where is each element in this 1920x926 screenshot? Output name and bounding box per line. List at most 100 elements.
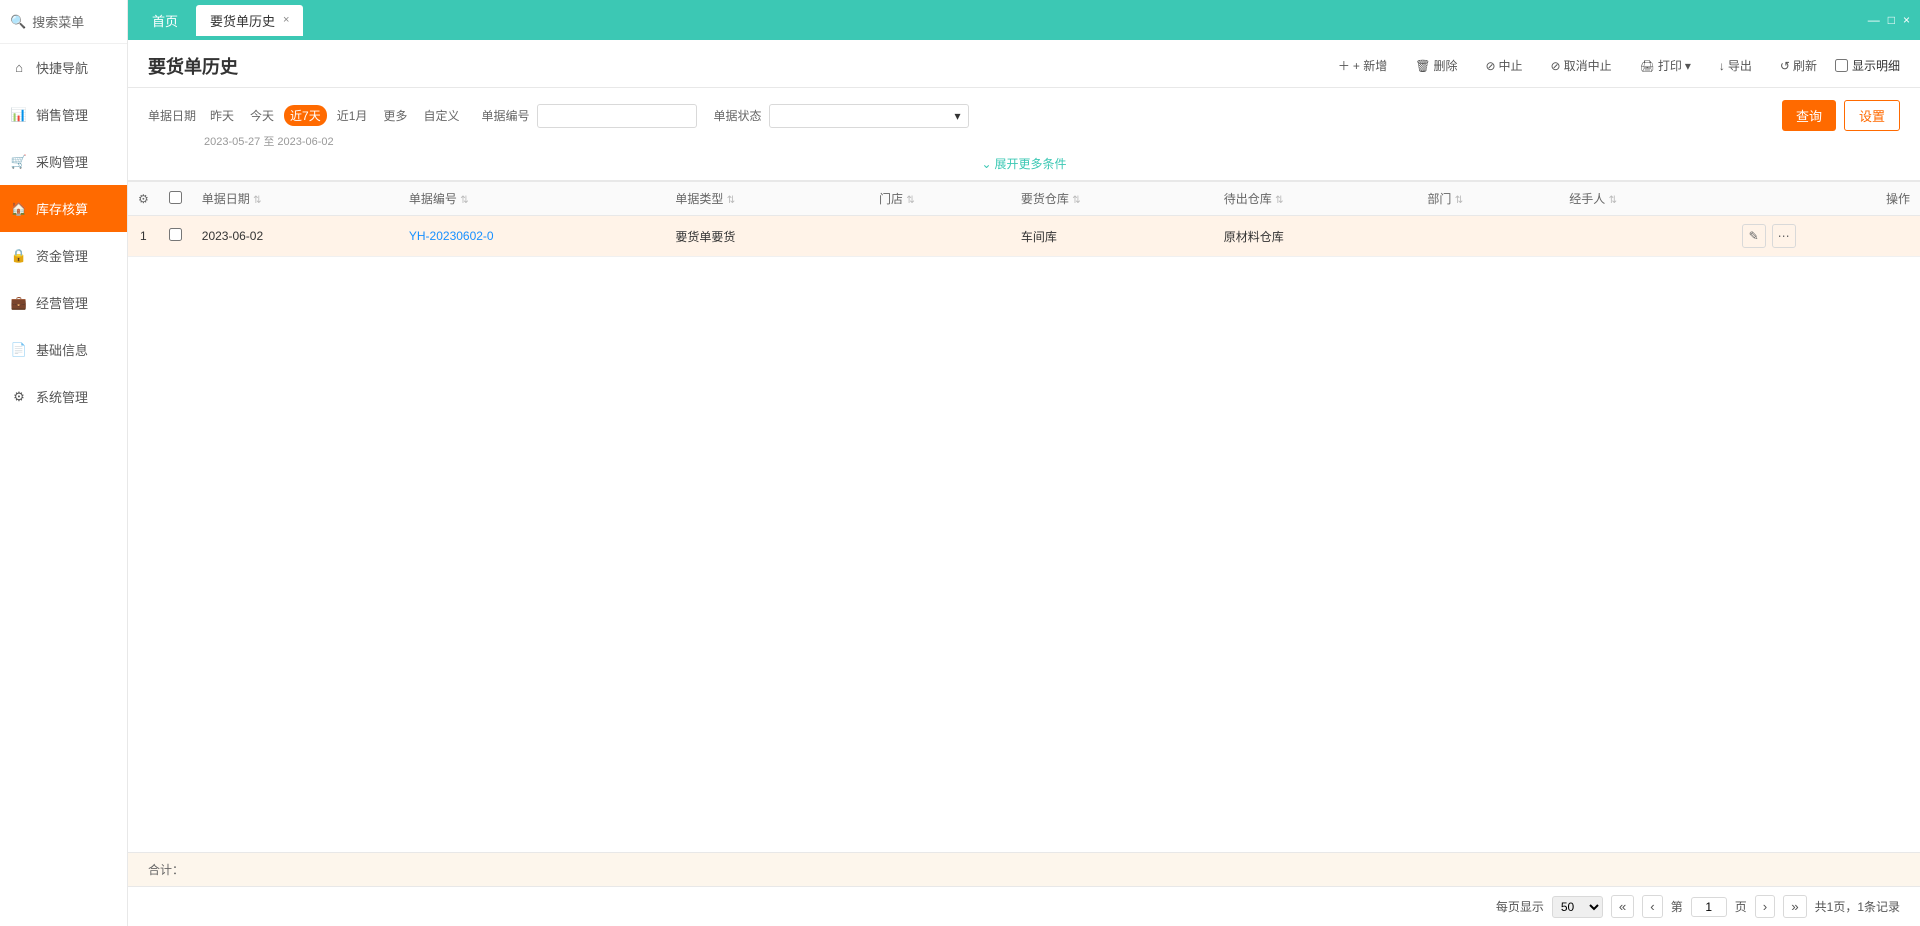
sidebar-item-label: 经营管理 bbox=[36, 293, 88, 312]
th-checkbox[interactable] bbox=[159, 182, 192, 216]
sidebar-item-label: 系统管理 bbox=[36, 387, 88, 406]
refresh-icon: ↺ bbox=[1780, 59, 1790, 73]
row-edit-icon[interactable]: ✎ bbox=[1742, 224, 1766, 248]
row-checkbox[interactable] bbox=[169, 228, 182, 241]
sidebar-item-label: 销售管理 bbox=[36, 105, 88, 124]
new-button[interactable]: ＋ + 新增 bbox=[1328, 52, 1397, 79]
next-page-btn[interactable]: › bbox=[1755, 895, 1775, 918]
order-no-link[interactable]: YH-20230602-0 bbox=[409, 229, 494, 243]
prev-page-btn[interactable]: ‹ bbox=[1642, 895, 1662, 918]
stop-button[interactable]: ⊘ 中止 bbox=[1475, 52, 1532, 79]
row-pending-warehouse: 原材料仓库 bbox=[1214, 216, 1418, 257]
sidebar-item-purchase[interactable]: 🛒 采购管理 bbox=[0, 138, 127, 185]
table-area: ⚙ 单据日期 ⇅ 单据编号 ⇅ 单据类型 bbox=[128, 181, 1920, 852]
sort-icon-handler: ⇅ bbox=[1609, 195, 1617, 206]
last-page-btn[interactable]: » bbox=[1783, 895, 1806, 918]
tab-requisition-label: 要货单历史 bbox=[210, 11, 275, 30]
data-table: ⚙ 单据日期 ⇅ 单据编号 ⇅ 单据类型 bbox=[128, 181, 1920, 257]
status-label: 单据状态 bbox=[713, 107, 761, 124]
shortcut-yesterday[interactable]: 昨天 bbox=[204, 105, 240, 126]
page-input[interactable] bbox=[1691, 897, 1727, 917]
window-close-btn[interactable]: × bbox=[1903, 13, 1910, 27]
row-more-icon[interactable]: ⋯ bbox=[1772, 224, 1796, 248]
sidebar-search[interactable]: 🔍 搜索菜单 bbox=[0, 0, 127, 44]
row-actions: ✎ ⋯ bbox=[1732, 216, 1920, 257]
status-select-arrow: ▾ bbox=[954, 109, 960, 123]
first-page-btn[interactable]: « bbox=[1611, 895, 1634, 918]
sidebar-item-label: 快捷导航 bbox=[36, 58, 88, 77]
sort-icon-pending-warehouse: ⇅ bbox=[1275, 195, 1283, 206]
per-page-select[interactable]: 50 100 200 bbox=[1552, 896, 1603, 918]
shortcut-7days[interactable]: 近7天 bbox=[284, 105, 327, 126]
tab-requisition-history[interactable]: 要货单历史 × bbox=[196, 5, 303, 36]
sort-icon-req-warehouse: ⇅ bbox=[1072, 195, 1080, 206]
table-row: 1 2023-06-02 YH-20230602-0 要货单要货 车间库 原材料… bbox=[128, 216, 1920, 257]
page-label: 第 bbox=[1671, 898, 1683, 915]
briefcase-icon: 💼 bbox=[10, 294, 28, 312]
expand-more-row: ⌄ 展开更多条件 bbox=[148, 155, 1900, 172]
toolbar: ＋ + 新增 🗑 删除 ⊘ 中止 ⊘ 取消中止 🖨 打印 bbox=[1328, 52, 1900, 79]
export-button[interactable]: ↓ 导出 bbox=[1709, 52, 1762, 79]
print-button[interactable]: 🖨 打印 ▾ bbox=[1630, 52, 1701, 79]
th-action: 操作 bbox=[1732, 182, 1920, 216]
select-all-checkbox[interactable] bbox=[169, 191, 182, 204]
refresh-button[interactable]: ↺ 刷新 bbox=[1770, 52, 1827, 79]
cancel-stop-button[interactable]: ⊘ 取消中止 bbox=[1541, 52, 1622, 79]
date-range-display: 2023-05-27 至 2023-06-02 bbox=[148, 133, 1900, 149]
th-settings[interactable]: ⚙ bbox=[128, 182, 159, 216]
show-detail-checkbox[interactable] bbox=[1835, 59, 1848, 72]
th-store: 门店 ⇅ bbox=[869, 182, 1011, 216]
tab-close-icon[interactable]: × bbox=[283, 14, 289, 26]
new-label: + 新增 bbox=[1353, 57, 1387, 74]
show-detail-label: 显示明细 bbox=[1852, 57, 1900, 74]
filter-order-no: 单据编号 bbox=[481, 104, 697, 128]
expand-label: 展开更多条件 bbox=[995, 155, 1067, 172]
sidebar-item-finance[interactable]: 🔒 资金管理 bbox=[0, 232, 127, 279]
date-range-text: 2023-05-27 至 2023-06-02 bbox=[204, 136, 334, 148]
delete-icon: 🗑 bbox=[1415, 59, 1430, 73]
settings-button[interactable]: 设置 bbox=[1844, 100, 1900, 131]
status-select[interactable]: ▾ bbox=[769, 104, 969, 128]
th-order-type: 单据类型 ⇅ bbox=[665, 182, 869, 216]
row-checkbox-cell[interactable] bbox=[159, 216, 192, 257]
expand-btn[interactable]: ⌄ 展开更多条件 bbox=[981, 155, 1066, 172]
shortcut-more[interactable]: 更多 bbox=[377, 105, 413, 126]
pagination-bar: 每页显示 50 100 200 « ‹ 第 页 › » 共1页，1条记录 bbox=[128, 886, 1920, 926]
print-dropdown-icon: ▾ bbox=[1685, 59, 1691, 73]
shortcut-today[interactable]: 今天 bbox=[244, 105, 280, 126]
sidebar-item-system[interactable]: ⚙ 系统管理 bbox=[0, 373, 127, 420]
sidebar-item-quick-nav[interactable]: ⌂ 快捷导航 bbox=[0, 44, 127, 91]
chart-icon: 📊 bbox=[10, 106, 28, 124]
sidebar-item-label: 库存核算 bbox=[36, 199, 88, 218]
stop-label: 中止 bbox=[1499, 57, 1523, 74]
row-order-no[interactable]: YH-20230602-0 bbox=[399, 216, 666, 257]
delete-button[interactable]: 🗑 删除 bbox=[1405, 52, 1467, 79]
sidebar-item-basic-info[interactable]: 📄 基础信息 bbox=[0, 326, 127, 373]
sidebar-item-operations[interactable]: 💼 经营管理 bbox=[0, 279, 127, 326]
show-detail-toggle[interactable]: 显示明细 bbox=[1835, 57, 1900, 74]
sort-icon-date: ⇅ bbox=[253, 195, 261, 206]
query-button[interactable]: 查询 bbox=[1782, 100, 1836, 131]
date-filter-label: 单据日期 bbox=[148, 107, 196, 124]
sidebar-item-sales[interactable]: 📊 销售管理 bbox=[0, 91, 127, 138]
row-num: 1 bbox=[128, 216, 159, 257]
row-handler bbox=[1559, 216, 1731, 257]
delete-label: 删除 bbox=[1433, 57, 1457, 74]
tab-home-label: 首页 bbox=[152, 11, 178, 30]
th-pending-warehouse: 待出仓库 ⇅ bbox=[1214, 182, 1418, 216]
per-page-label: 每页显示 bbox=[1496, 898, 1544, 915]
sidebar-item-inventory[interactable]: 🏠 库存核算 bbox=[0, 185, 127, 232]
shortcut-custom[interactable]: 自定义 bbox=[417, 105, 465, 126]
order-no-label: 单据编号 bbox=[481, 107, 529, 124]
filter-area: 单据日期 昨天 今天 近7天 近1月 更多 自定义 单据编号 bbox=[128, 88, 1920, 181]
sidebar-item-label: 采购管理 bbox=[36, 152, 88, 171]
shortcut-1month[interactable]: 近1月 bbox=[331, 105, 374, 126]
tab-home[interactable]: 首页 bbox=[138, 5, 192, 36]
export-label: 导出 bbox=[1728, 57, 1752, 74]
order-no-input[interactable] bbox=[537, 104, 697, 128]
sort-icon-department: ⇅ bbox=[1455, 195, 1463, 206]
date-shortcuts: 昨天 今天 近7天 近1月 更多 自定义 bbox=[204, 105, 465, 126]
window-minimize-btn[interactable]: — bbox=[1868, 13, 1880, 27]
window-maximize-btn[interactable]: □ bbox=[1888, 13, 1895, 27]
th-order-no: 单据编号 ⇅ bbox=[399, 182, 666, 216]
